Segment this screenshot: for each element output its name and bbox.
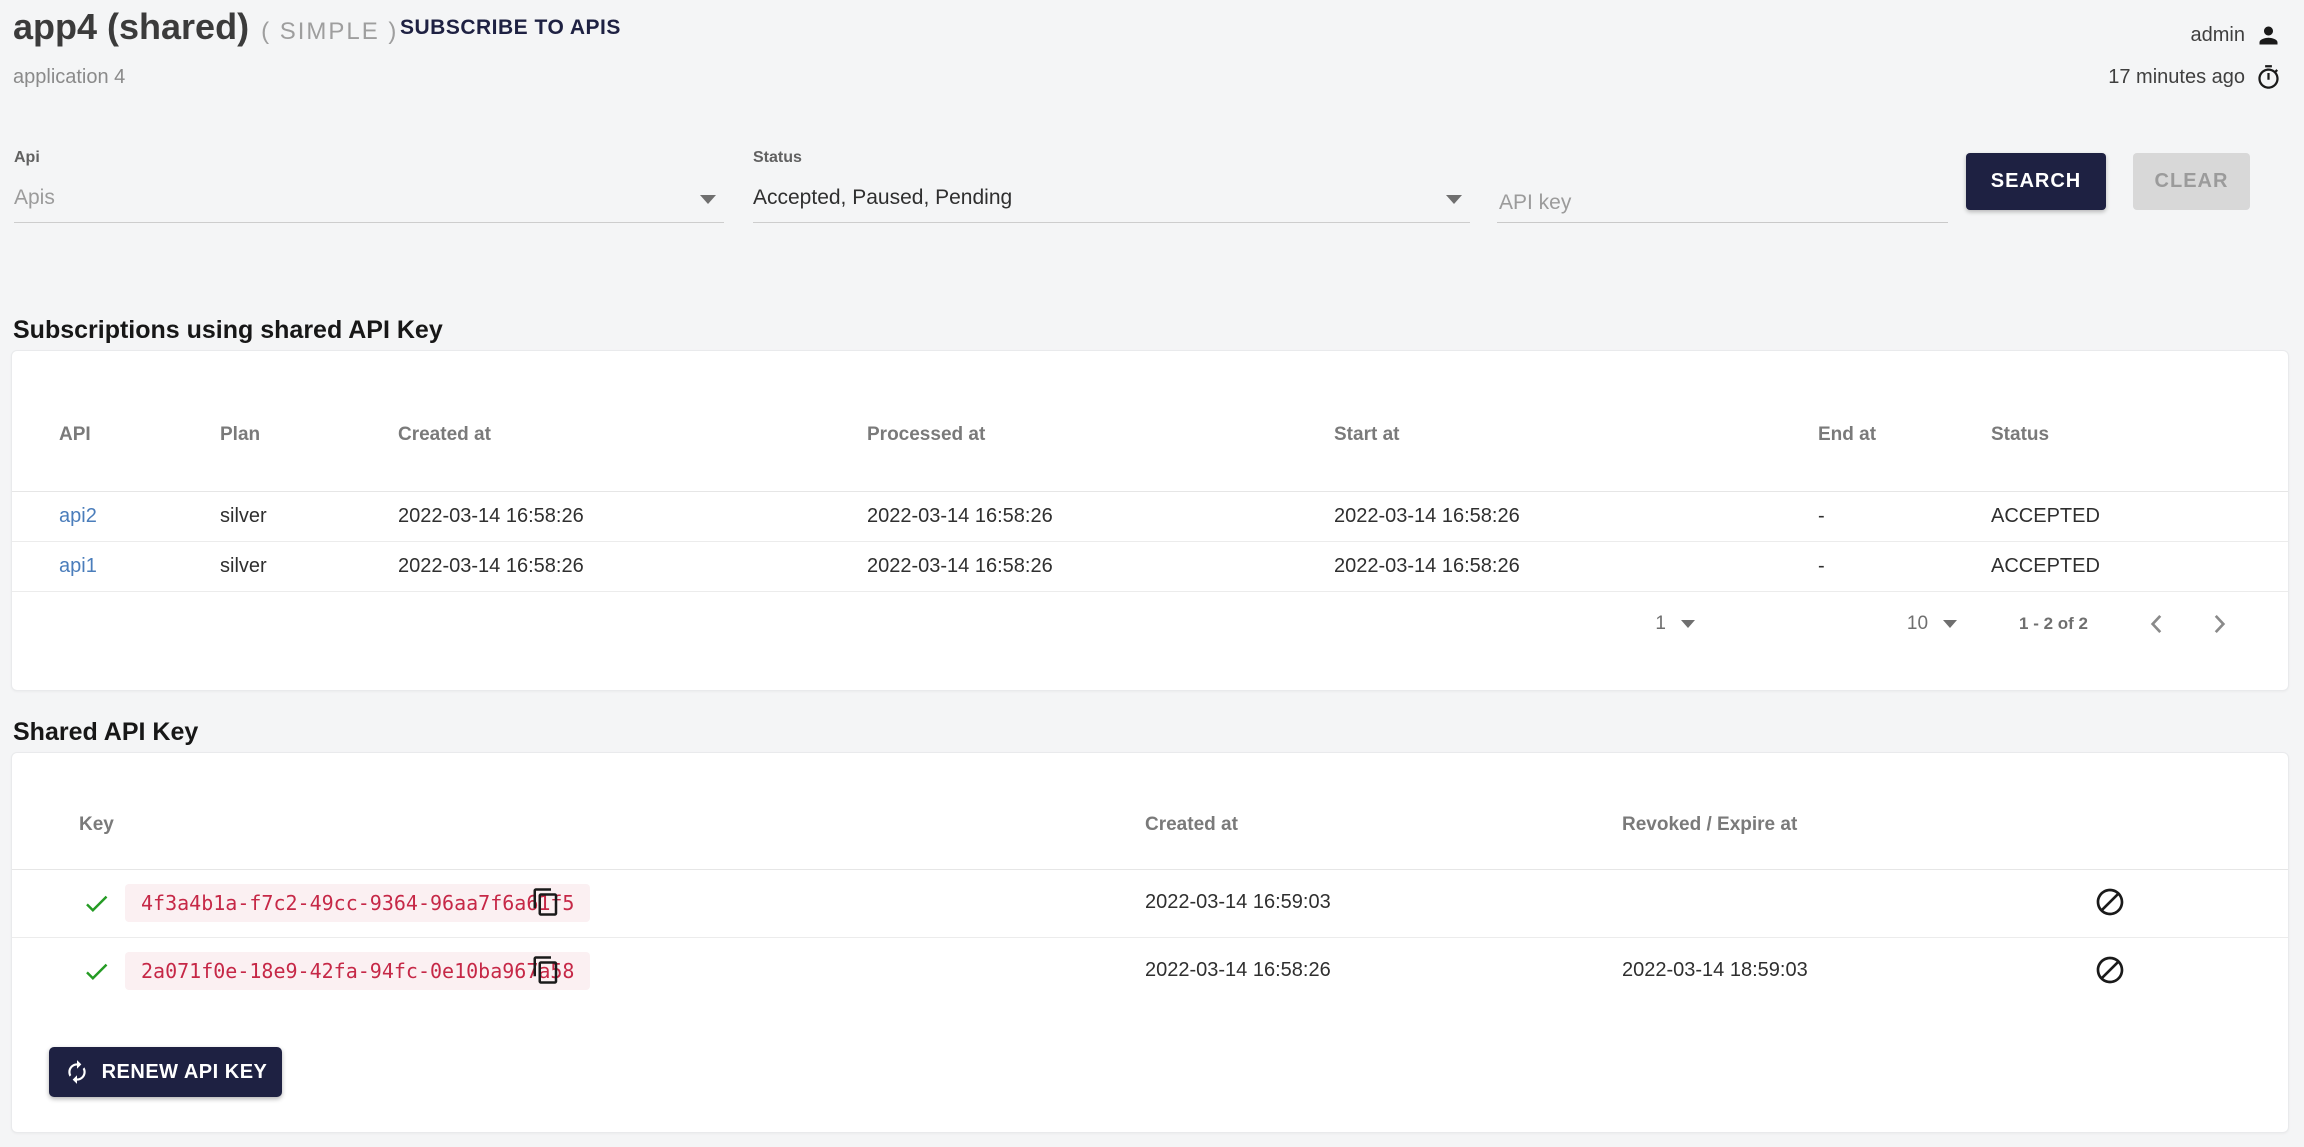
ban-icon[interactable] — [2094, 954, 2126, 991]
col-plan: Plan — [220, 351, 398, 492]
api-filter-label: Api — [14, 149, 40, 167]
col-key-created-at: Created at — [1145, 814, 1238, 836]
key-revoked-at: 2022-03-14 18:59:03 — [1622, 959, 1808, 982]
subscriptions-section-title: Subscriptions using shared API Key — [13, 316, 443, 345]
api-key-field — [1497, 141, 1948, 223]
api-key-row: 4f3a4b1a-f7c2-49cc-9364-96aa7f6a61f5 202… — [12, 870, 2288, 938]
renew-api-key-button[interactable]: RENEW API KEY — [49, 1047, 282, 1097]
caret-down-icon — [1681, 620, 1695, 628]
subscriptions-card: API Plan Created at Processed at Start a… — [11, 350, 2289, 691]
key-created-at: 2022-03-14 16:58:26 — [1145, 959, 1331, 982]
person-icon — [2255, 22, 2282, 49]
status-filter-label: Status — [753, 149, 802, 167]
subscriptions-header-row: API Plan Created at Processed at Start a… — [12, 351, 2288, 492]
status-cell: ACCEPTED — [1991, 542, 2288, 592]
application-name: app4 (shared) — [13, 6, 249, 47]
owner-name: admin — [2191, 24, 2245, 47]
last-connection-text: 17 minutes ago — [2108, 66, 2245, 89]
status-cell: ACCEPTED — [1991, 492, 2288, 542]
col-revoked-expire-at: Revoked / Expire at — [1622, 814, 1797, 836]
last-connection-row: 17 minutes ago — [2108, 64, 2282, 91]
pagination: 1 10 1 - 2 of 2 — [1655, 607, 2232, 641]
check-icon — [82, 889, 111, 923]
col-end-at: End at — [1818, 351, 1991, 492]
copy-icon[interactable] — [531, 887, 561, 922]
col-created-at: Created at — [398, 351, 867, 492]
chevron-left-icon[interactable] — [2144, 611, 2170, 637]
api-key-value: 2a071f0e-18e9-42fa-94fc-0e10ba967a58 — [125, 952, 590, 990]
col-key: Key — [79, 814, 114, 836]
page-size-selector[interactable]: 10 — [1907, 613, 1957, 635]
start-at-cell: 2022-03-14 16:58:26 — [1334, 542, 1818, 592]
end-at-cell: - — [1818, 492, 1991, 542]
header-user-info: admin 17 minutes ago — [2108, 22, 2282, 91]
api-link[interactable]: api2 — [59, 505, 97, 527]
status-filter-value: Accepted, Paused, Pending — [753, 186, 1440, 210]
page-title: app4 (shared) ( SIMPLE ) — [13, 6, 398, 48]
plan-cell: silver — [220, 492, 398, 542]
page-size-value: 10 — [1907, 613, 1928, 635]
subscriptions-table: API Plan Created at Processed at Start a… — [12, 351, 2288, 592]
shared-key-header-row: Key Created at Revoked / Expire at — [12, 753, 2288, 870]
table-row: api1 silver 2022-03-14 16:58:26 2022-03-… — [12, 542, 2288, 592]
api-key-value: 4f3a4b1a-f7c2-49cc-9364-96aa7f6a61f5 — [125, 884, 590, 922]
stopwatch-icon — [2255, 64, 2282, 91]
copy-icon[interactable] — [531, 955, 561, 990]
renew-api-key-label: RENEW API KEY — [102, 1061, 268, 1084]
chevron-right-icon[interactable] — [2206, 611, 2232, 637]
key-created-at: 2022-03-14 16:59:03 — [1145, 891, 1331, 914]
api-key-input[interactable] — [1497, 190, 1952, 216]
api-link[interactable]: api1 — [59, 555, 97, 577]
created-at-cell: 2022-03-14 16:58:26 — [398, 542, 867, 592]
processed-at-cell: 2022-03-14 16:58:26 — [867, 542, 1334, 592]
owner-row: admin — [2191, 22, 2282, 49]
table-row: api2 silver 2022-03-14 16:58:26 2022-03-… — [12, 492, 2288, 542]
api-key-row: 2a071f0e-18e9-42fa-94fc-0e10ba967a58 202… — [12, 938, 2288, 1005]
created-at-cell: 2022-03-14 16:58:26 — [398, 492, 867, 542]
refresh-icon — [64, 1059, 90, 1085]
ban-icon[interactable] — [2094, 886, 2126, 923]
api-filter-value: Apis — [14, 186, 694, 210]
shared-api-key-section-title: Shared API Key — [13, 718, 198, 747]
col-status: Status — [1991, 351, 2288, 492]
col-start-at: Start at — [1334, 351, 1818, 492]
plan-cell: silver — [220, 542, 398, 592]
application-type-badge: ( SIMPLE ) — [261, 18, 398, 45]
caret-down-icon[interactable] — [1446, 195, 1462, 204]
status-filter-select[interactable]: Status Accepted, Paused, Pending — [753, 141, 1470, 223]
processed-at-cell: 2022-03-14 16:58:26 — [867, 492, 1334, 542]
caret-down-icon — [1943, 620, 1957, 628]
page-value: 1 — [1655, 613, 1666, 635]
col-processed-at: Processed at — [867, 351, 1334, 492]
check-icon — [82, 957, 111, 991]
api-filter-select[interactable]: Api Apis — [14, 141, 724, 223]
start-at-cell: 2022-03-14 16:58:26 — [1334, 492, 1818, 542]
application-description: application 4 — [13, 66, 125, 89]
search-button[interactable]: SEARCH — [1966, 153, 2106, 210]
shared-api-key-card: Key Created at Revoked / Expire at 4f3a4… — [11, 752, 2289, 1133]
clear-button[interactable]: CLEAR — [2133, 153, 2250, 210]
page-selector[interactable]: 1 — [1655, 613, 1695, 635]
end-at-cell: - — [1818, 542, 1991, 592]
subscribe-to-apis-button[interactable]: SUBSCRIBE TO APIS — [400, 16, 621, 40]
caret-down-icon[interactable] — [700, 195, 716, 204]
pagination-range-label: 1 - 2 of 2 — [2019, 614, 2088, 634]
col-api: API — [12, 351, 220, 492]
